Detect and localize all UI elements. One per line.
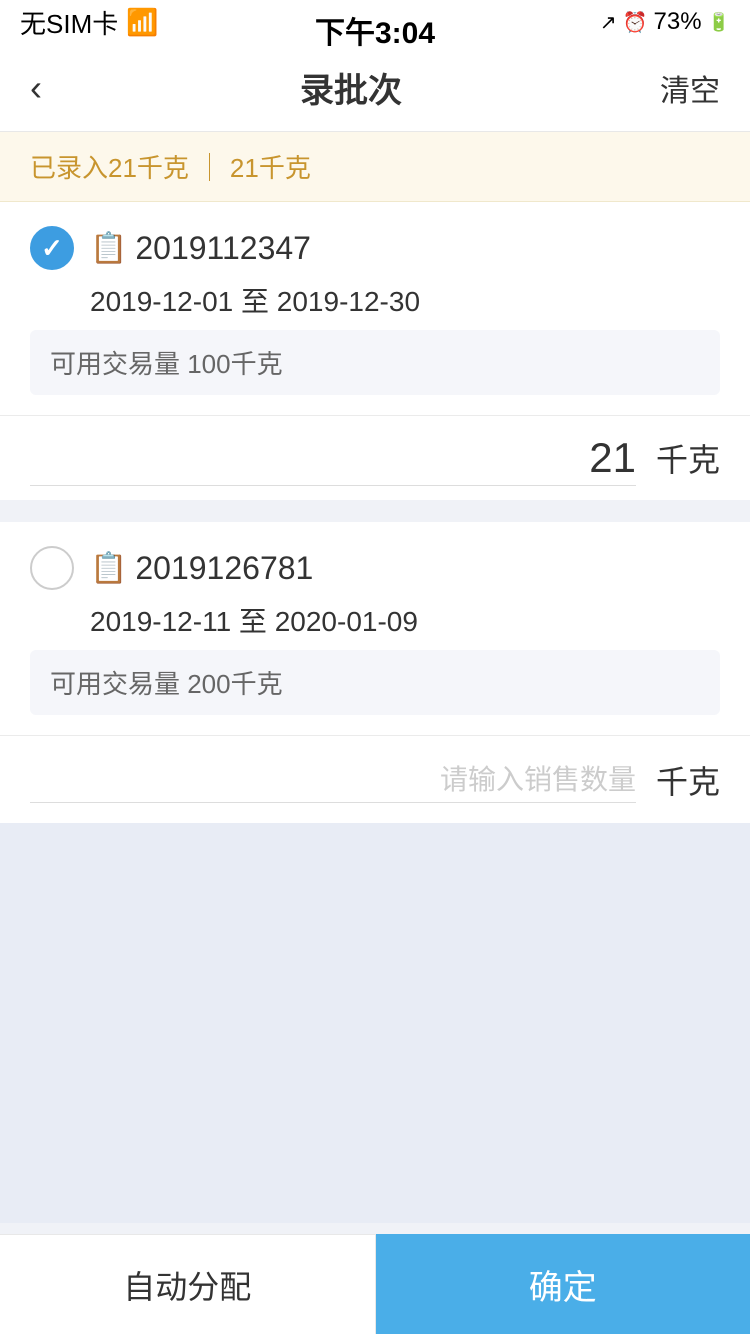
batch-1-radio[interactable] [30,226,74,270]
empty-area [0,823,750,1223]
batch-2-qty-unit: 千克 [656,757,720,803]
batch-1-id-row: 📋 2019112347 [90,230,311,267]
confirm-button[interactable]: 确定 [376,1234,750,1334]
status-left: 无SIM卡 📶 [20,4,159,41]
batch-1-qty-row: 21 千克 [0,415,750,500]
batch-2-icon: 📋 [90,551,127,586]
battery-icon: 🔋 [708,12,730,33]
status-right: ↗ ⏰ 73% 🔋 [600,8,730,36]
batch-1-id: 2019112347 [135,230,311,267]
batch-1-qty-underline: 21 [30,434,636,482]
batch-2-header: 📋 2019126781 [0,522,750,600]
info-banner: 已录入21千克 21千克 [0,132,750,202]
total-label: 21千克 [230,148,311,185]
batch-2-radio[interactable] [30,546,74,590]
back-button[interactable]: ‹ [30,67,42,109]
batch-2-id: 2019126781 [135,550,313,587]
batch-1-date: 2019-12-01 至 2019-12-30 [0,280,750,330]
auto-distribute-button[interactable]: 自动分配 [0,1234,376,1334]
batch-2-input-underline[interactable] [30,756,636,803]
carrier-label: 无SIM卡 [20,4,118,41]
recorded-label: 已录入21千克 [30,148,189,185]
batch-1-header: 📋 2019112347 [0,202,750,280]
info-divider [209,153,210,181]
batch-1-icon: 📋 [90,231,127,266]
alarm-icon: ⏰ [623,10,648,35]
status-time: 下午3:04 [315,8,435,52]
batch-item-2: 📋 2019126781 2019-12-11 至 2020-01-09 可用交… [0,522,750,823]
batch-2-id-row: 📋 2019126781 [90,550,313,587]
batch-2-qty-input[interactable] [30,756,636,798]
location-icon: ↗ [600,10,617,35]
batch-1-qty-unit: 千克 [656,435,720,481]
section-divider [0,502,750,522]
bottom-bar: 自动分配 确定 [0,1234,750,1334]
batch-1-available: 可用交易量 100千克 [30,330,720,395]
battery-label: 73% [654,8,702,36]
batch-1-qty-value: 21 [589,434,636,482]
nav-bar: ‹ 录批次 清空 [0,44,750,132]
wifi-icon: 📶 [126,7,158,38]
batch-item-1: 📋 2019112347 2019-12-01 至 2019-12-30 可用交… [0,202,750,500]
status-bar: 无SIM卡 📶 下午3:04 ↗ ⏰ 73% 🔋 [0,0,750,44]
batch-2-input-row: 千克 [0,735,750,823]
batch-2-available: 可用交易量 200千克 [30,650,720,715]
clear-button[interactable]: 清空 [660,66,720,110]
batch-2-date: 2019-12-11 至 2020-01-09 [0,600,750,650]
page-title: 录批次 [300,63,402,112]
